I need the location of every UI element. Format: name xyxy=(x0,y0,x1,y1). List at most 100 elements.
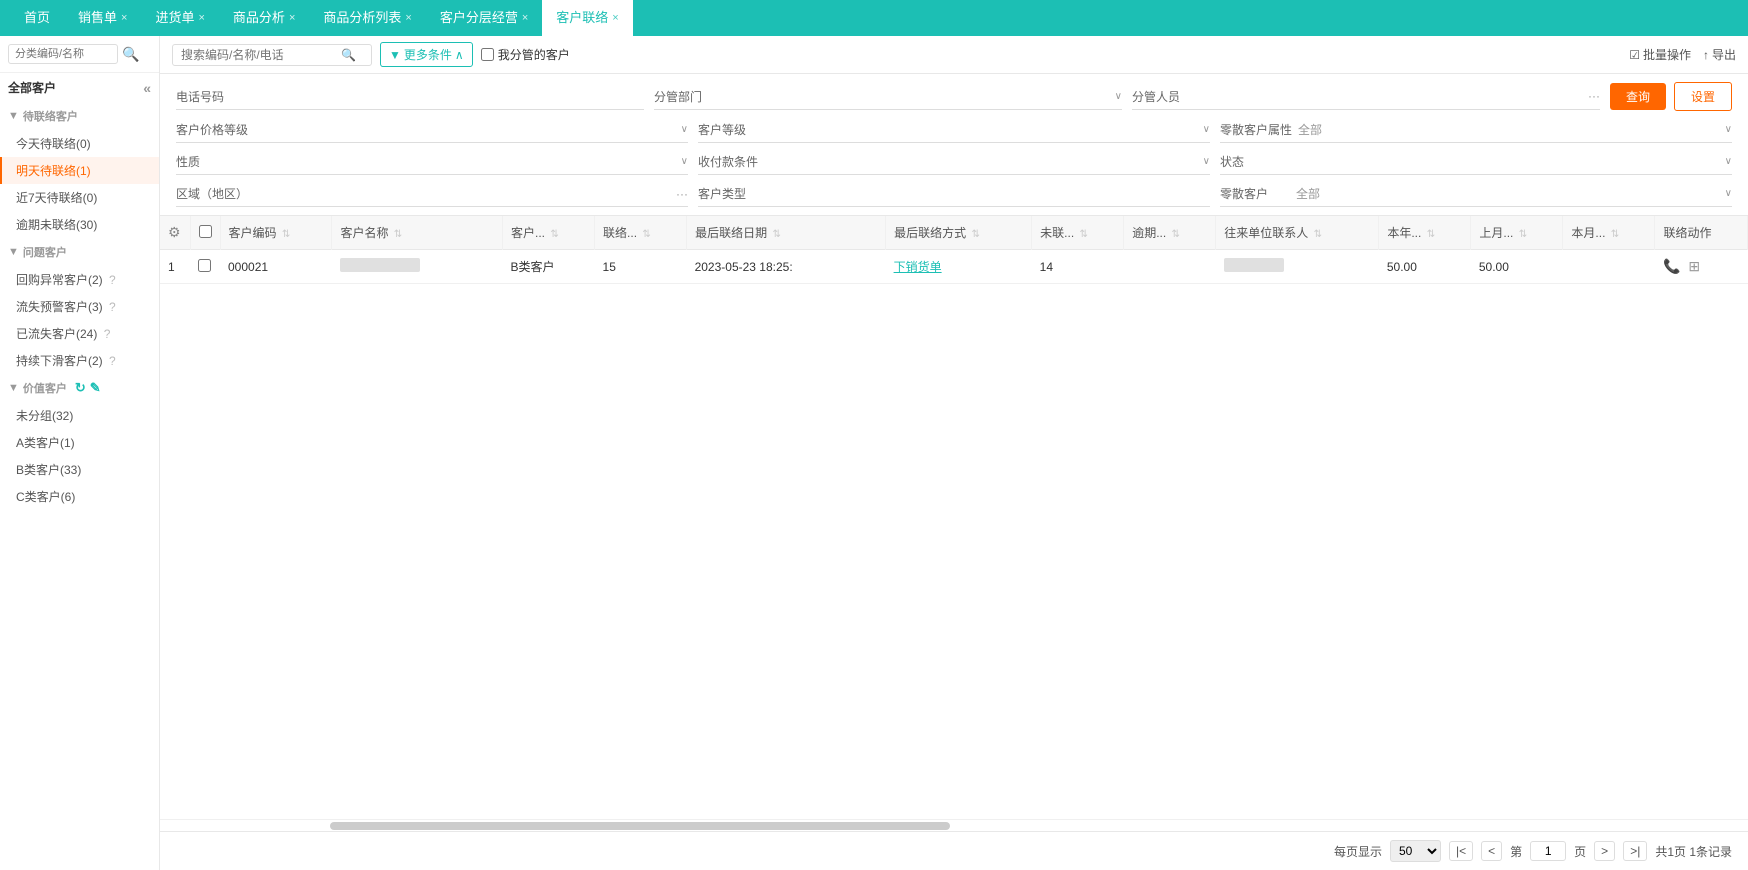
select-all-checkbox[interactable] xyxy=(199,225,212,238)
payment-terms-select[interactable]: ∨ xyxy=(774,156,1210,167)
nav-purchase[interactable]: 进货单 × xyxy=(141,0,218,36)
my-customers-checkbox-wrap[interactable]: 我分管的客户 xyxy=(481,46,570,63)
nature-label: 性质 xyxy=(176,153,246,170)
col-overdue[interactable]: 逾期... ⇅ xyxy=(1124,216,1216,250)
close-icon[interactable]: × xyxy=(289,0,295,36)
nav-product-analysis[interactable]: 商品分析 × xyxy=(219,0,309,36)
all-customers-header[interactable]: 全部客户 « xyxy=(0,73,159,102)
sidebar-search-icon[interactable]: 🔍 xyxy=(122,46,139,63)
sort-icon[interactable]: ⇅ xyxy=(282,229,290,240)
horizontal-scrollbar[interactable] xyxy=(160,819,1748,831)
page-number-input[interactable] xyxy=(1530,841,1566,861)
prev-page-button[interactable]: < xyxy=(1481,841,1502,861)
sidebar-item-7days-pending[interactable]: 近7天待联络(0) xyxy=(0,184,159,211)
sidebar-item-churn-warning[interactable]: 流失预警客户(3) ? xyxy=(0,293,159,320)
refresh-icon[interactable]: ↻ xyxy=(75,380,86,396)
sort-icon4[interactable]: ⇅ xyxy=(642,229,650,240)
col-type-label: 客户... xyxy=(511,226,545,240)
row-index: 1 xyxy=(160,250,190,284)
grid-action-icon[interactable]: ⊞ xyxy=(1688,258,1700,275)
sidebar-item-class-b[interactable]: B类客户(33) xyxy=(0,456,159,483)
sort-icon2[interactable]: ⇅ xyxy=(394,229,402,240)
last-method-link[interactable]: 下销货单 xyxy=(894,260,942,274)
col-code[interactable]: 客户编码 ⇅ xyxy=(220,216,332,250)
nature-select[interactable]: ∨ xyxy=(252,156,688,167)
col-this-year[interactable]: 本年... ⇅ xyxy=(1379,216,1471,250)
scrollbar-thumb[interactable] xyxy=(330,822,950,830)
retail-customer-select[interactable]: 全部 ∨ xyxy=(1296,185,1732,202)
manager-select[interactable]: ··· xyxy=(1208,89,1600,103)
search-input[interactable] xyxy=(181,48,341,62)
search-icon[interactable]: 🔍 xyxy=(341,48,356,62)
row-select-checkbox[interactable] xyxy=(198,259,211,272)
nav-sales[interactable]: 销售单 × xyxy=(64,0,141,36)
row-actions: 📞 ⊞ xyxy=(1655,250,1748,284)
status-select[interactable]: ∨ xyxy=(1296,156,1732,167)
settings-icon[interactable]: ⚙ xyxy=(168,224,181,240)
next-page-button[interactable]: > xyxy=(1594,841,1615,861)
pending-group-header: ▼ 待联络客户 xyxy=(0,102,159,130)
sidebar-item-churned[interactable]: 已流失客户(24) ? xyxy=(0,320,159,347)
col-type[interactable]: 客户... ⇅ xyxy=(503,216,595,250)
payment-terms-label: 收付款条件 xyxy=(698,153,768,170)
nav-home[interactable]: 首页 xyxy=(10,0,64,36)
col-uncontacted[interactable]: 未联... ⇅ xyxy=(1032,216,1124,250)
sidebar-item-declining[interactable]: 持续下滑客户(2) ? xyxy=(0,347,159,374)
batch-op-button[interactable]: ☑ 批量操作 xyxy=(1629,46,1691,63)
sort-icon11[interactable]: ⇅ xyxy=(1519,229,1527,240)
last-page-button[interactable]: >| xyxy=(1623,841,1647,861)
query-button[interactable]: 查询 xyxy=(1610,83,1666,110)
col-last-month[interactable]: 上月... ⇅ xyxy=(1471,216,1563,250)
sort-icon8[interactable]: ⇅ xyxy=(1172,229,1180,240)
my-customers-checkbox[interactable] xyxy=(481,48,494,61)
region-select[interactable]: ··· xyxy=(254,187,688,201)
close-icon[interactable]: × xyxy=(612,0,618,36)
chevron-left-icon[interactable]: « xyxy=(143,80,151,96)
checkbox-icon: ☑ xyxy=(1629,48,1640,62)
sort-icon6[interactable]: ⇅ xyxy=(971,229,979,240)
col-last-date[interactable]: 最后联络日期 ⇅ xyxy=(687,216,886,250)
sort-icon7[interactable]: ⇅ xyxy=(1080,229,1088,240)
sort-icon10[interactable]: ⇅ xyxy=(1427,229,1435,240)
filter-manager: 分管人员 ··· xyxy=(1132,84,1600,110)
sort-icon3[interactable]: ⇅ xyxy=(550,229,558,240)
nav-customer-tier[interactable]: 客户分层经营 × xyxy=(426,0,542,36)
col-last-method[interactable]: 最后联络方式 ⇅ xyxy=(886,216,1032,250)
retail-attr-select[interactable]: 全部 ∨ xyxy=(1298,121,1732,138)
close-icon[interactable]: × xyxy=(198,0,204,36)
export-button[interactable]: ↑ 导出 xyxy=(1703,46,1736,63)
phone-action-icon[interactable]: 📞 xyxy=(1663,258,1680,275)
sort-icon5[interactable]: ⇅ xyxy=(772,229,780,240)
phone-label: 电话号码 xyxy=(176,88,246,105)
col-this-month[interactable]: 本月... ⇅ xyxy=(1563,216,1655,250)
sidebar-search-input[interactable] xyxy=(8,44,118,64)
sidebar-item-class-a[interactable]: A类客户(1) xyxy=(0,429,159,456)
table-header-row: ⚙ 客户编码 ⇅ 客户名称 ⇅ xyxy=(160,216,1748,250)
dept-select[interactable]: ∨ xyxy=(730,91,1122,102)
sort-icon9[interactable]: ⇅ xyxy=(1314,229,1322,240)
sidebar-item-class-c[interactable]: C类客户(6) xyxy=(0,483,159,510)
close-icon[interactable]: × xyxy=(522,0,528,36)
sidebar-item-tomorrow-pending[interactable]: 明天待联络(1) xyxy=(0,157,159,184)
phone-input[interactable] xyxy=(252,89,644,103)
set-button[interactable]: 设置 xyxy=(1674,82,1732,111)
price-level-select[interactable]: ∨ xyxy=(254,124,688,135)
first-page-button[interactable]: |< xyxy=(1449,841,1473,861)
col-contact-count[interactable]: 联络... ⇅ xyxy=(595,216,687,250)
customer-level-select[interactable]: ∨ xyxy=(774,124,1210,135)
col-name[interactable]: 客户名称 ⇅ xyxy=(332,216,503,250)
close-icon[interactable]: × xyxy=(121,0,127,36)
edit-icon[interactable]: ✎ xyxy=(90,380,101,396)
sidebar-item-ungrouped[interactable]: 未分组(32) xyxy=(0,402,159,429)
sidebar-item-today-pending[interactable]: 今天待联络(0) xyxy=(0,130,159,157)
row-name xyxy=(332,250,503,284)
col-unit-contact[interactable]: 往来单位联系人 ⇅ xyxy=(1216,216,1379,250)
sidebar-item-overdue-pending[interactable]: 逾期未联络(30) xyxy=(0,211,159,238)
more-filter-button[interactable]: ▼ 更多条件 ∧ xyxy=(380,42,473,67)
sort-icon12[interactable]: ⇅ xyxy=(1611,229,1619,240)
nav-customer-contact[interactable]: 客户联络 × xyxy=(542,0,632,36)
nav-product-analysis-list[interactable]: 商品分析列表 × xyxy=(309,0,425,36)
sidebar-item-repurchase-abnormal[interactable]: 回购异常客户(2) ? xyxy=(0,266,159,293)
close-icon[interactable]: × xyxy=(405,0,411,36)
per-page-select[interactable]: 50 20 100 xyxy=(1390,840,1441,862)
